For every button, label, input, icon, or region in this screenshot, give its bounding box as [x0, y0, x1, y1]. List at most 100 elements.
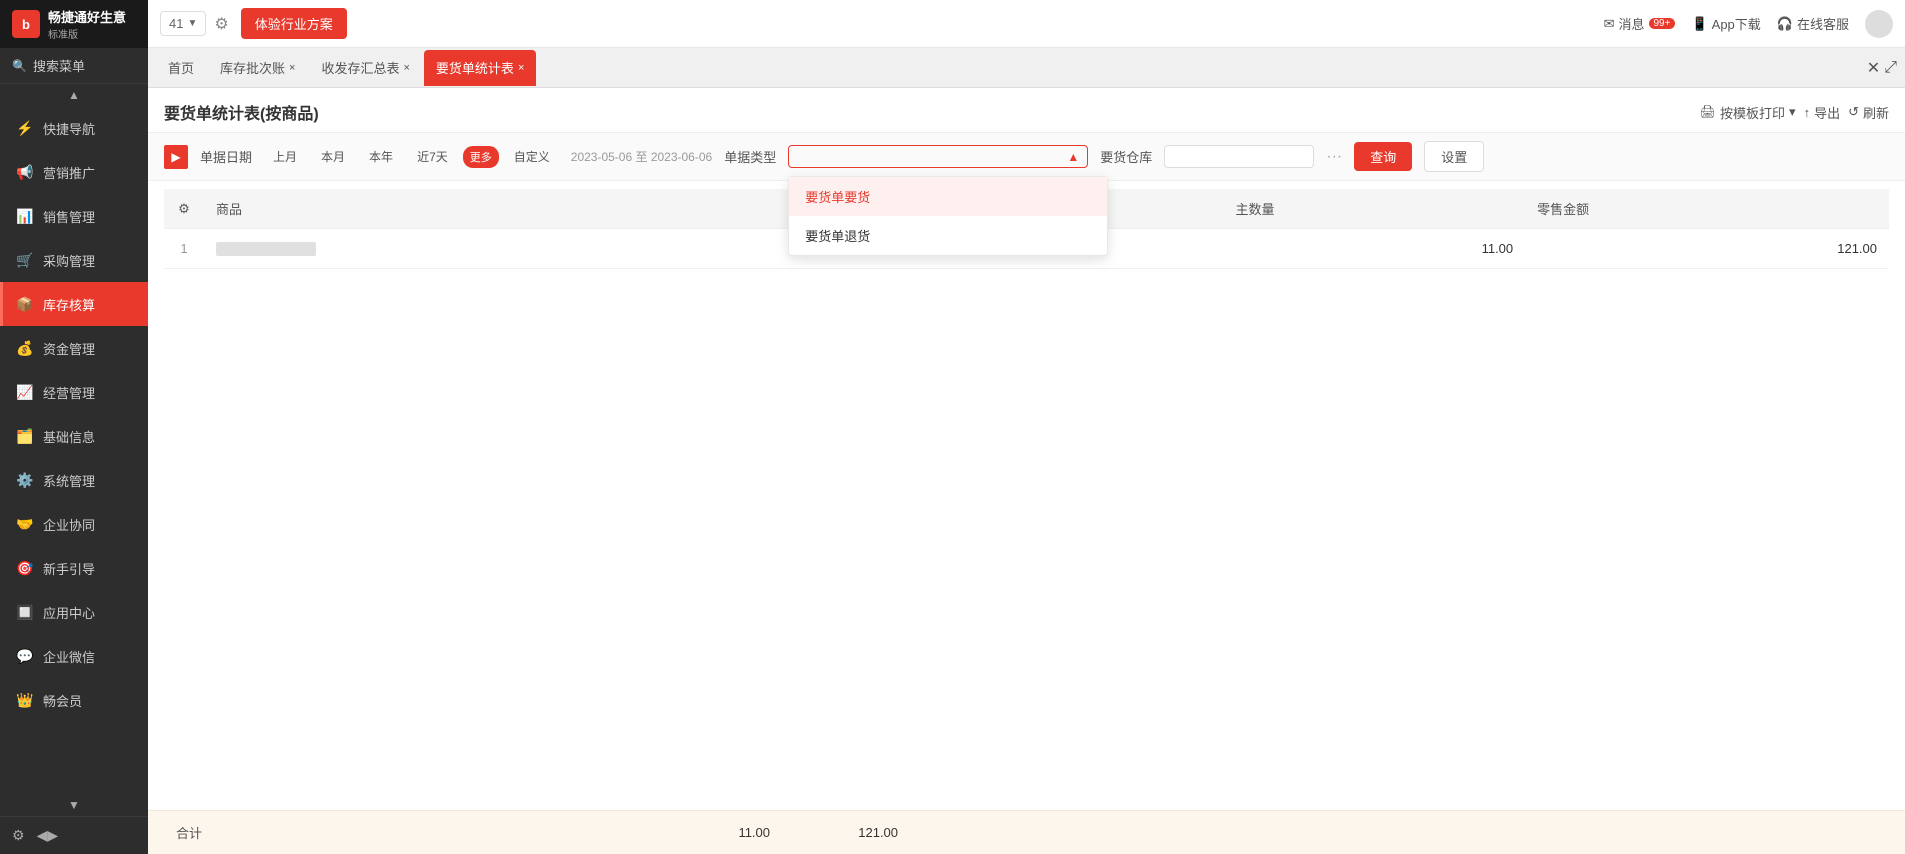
sidebar-item-finance[interactable]: 💰 资金管理	[0, 326, 148, 370]
sidebar-nav: ⚡ 快捷导航 📢 营销推广 📊 销售管理 🛒 采购管理 📦 库存核算 💰 资金管…	[0, 106, 148, 794]
set-button[interactable]: 设置	[1424, 141, 1484, 172]
tab-order-summary-close[interactable]: ×	[518, 62, 524, 74]
topbar-settings-icon[interactable]: ⚙	[214, 14, 228, 34]
summary-amount: 121.00	[818, 825, 898, 840]
tab-inventory-batch-close[interactable]: ×	[289, 62, 295, 74]
export-label: 导出	[1814, 103, 1840, 122]
type-filter-label: 单据类型	[724, 147, 776, 166]
collapse-icon[interactable]: ◀▶	[37, 827, 59, 844]
trial-button[interactable]: 体验行业方案	[241, 8, 347, 39]
sidebar-scroll-down[interactable]: ▼	[0, 794, 148, 816]
print-action[interactable]: 🖨 按模板打印 ▾	[1700, 103, 1796, 122]
app-download-icon: 📱	[1691, 16, 1707, 32]
sidebar-item-wechat[interactable]: 💬 企业微信	[0, 634, 148, 678]
app-download-action[interactable]: 📱 App下载	[1691, 14, 1760, 33]
row-index: 1	[164, 229, 204, 269]
nav-label-enterprise: 企业协同	[43, 515, 95, 534]
online-service-label: 在线客服	[1797, 14, 1849, 33]
page-header: 要货单统计表(按商品) 🖨 按模板打印 ▾ ↑ 导出 ↺ 刷新	[148, 88, 1905, 132]
sidebar-item-app-center[interactable]: 🔲 应用中心	[0, 590, 148, 634]
user-avatar[interactable]	[1865, 10, 1893, 38]
sidebar-item-business[interactable]: 📈 经营管理	[0, 370, 148, 414]
nav-icon-sales: 📊	[15, 206, 35, 226]
messages-action[interactable]: ✉ 消息 99+	[1604, 14, 1676, 33]
type-filter-arrow-icon[interactable]: ▲	[1067, 150, 1079, 164]
dropdown-item-order-return[interactable]: 要货单退货	[789, 216, 1107, 255]
sidebar-item-purchase[interactable]: 🛒 采购管理	[0, 238, 148, 282]
topbar-right: ✉ 消息 99+ 📱 App下载 🎧 在线客服	[1604, 10, 1893, 38]
date-last-month-btn[interactable]: 上月	[264, 144, 306, 169]
date-more-btn[interactable]: 更多	[463, 146, 499, 168]
topbar: 41 ▼ ⚙ 体验行业方案 ✉ 消息 99+ 📱 App下载 🎧 在线客服	[148, 0, 1905, 48]
col-settings[interactable]: ⚙	[164, 189, 204, 229]
type-filter-input[interactable]	[797, 149, 1067, 164]
summary-label: 合计	[176, 823, 202, 842]
query-button[interactable]: 查询	[1354, 142, 1412, 171]
nav-label-sales: 销售管理	[43, 207, 95, 226]
sidebar-item-system[interactable]: ⚙️ 系统管理	[0, 458, 148, 502]
col-quantity: 主数量	[1224, 189, 1526, 229]
col-amount: 零售金额	[1525, 189, 1889, 229]
sidebar-item-quick-nav[interactable]: ⚡ 快捷导航	[0, 106, 148, 150]
tab-collect-summary-close[interactable]: ×	[403, 62, 409, 74]
tabbar-actions: ✕ ⤢	[1867, 58, 1897, 78]
tabbar: 首页 库存批次账 × 收发存汇总表 × 要货单统计表 × ✕ ⤢	[148, 48, 1905, 88]
nav-label-app-center: 应用中心	[43, 603, 95, 622]
nav-icon-base: 🗂️	[15, 426, 35, 446]
print-label: 按模板打印	[1720, 103, 1785, 122]
tab-order-summary-label: 要货单统计表	[436, 58, 514, 77]
company-number: 41	[169, 16, 183, 31]
tab-inventory-batch[interactable]: 库存批次账 ×	[208, 50, 307, 86]
tab-order-summary[interactable]: 要货单统计表 ×	[424, 50, 536, 86]
sidebar-item-enterprise[interactable]: 🤝 企业协同	[0, 502, 148, 546]
sidebar-scroll-up[interactable]: ▲	[0, 84, 148, 106]
print-arrow-icon: ▾	[1789, 104, 1796, 120]
date-7days-btn[interactable]: 近7天	[408, 144, 457, 169]
nav-icon-quick-nav: ⚡	[15, 118, 35, 138]
date-range-group: 上月 本月 本年 近7天 更多 自定义	[264, 144, 559, 169]
tab-collect-summary[interactable]: 收发存汇总表 ×	[309, 50, 421, 86]
sidebar-item-guide[interactable]: 🎯 新手引导	[0, 546, 148, 590]
nav-icon-system: ⚙️	[15, 470, 35, 490]
warehouse-filter-input[interactable]	[1164, 145, 1314, 168]
tabbar-close-all-icon[interactable]: ✕	[1867, 58, 1880, 78]
sidebar-item-marketing[interactable]: 📢 营销推广	[0, 150, 148, 194]
app-download-label: App下载	[1712, 14, 1761, 33]
company-arrow-icon: ▼	[187, 18, 197, 29]
print-icon: 🖨	[1700, 104, 1717, 120]
date-this-year-btn[interactable]: 本年	[360, 144, 402, 169]
sidebar-item-sales[interactable]: 📊 销售管理	[0, 194, 148, 238]
date-this-month-btn[interactable]: 本月	[312, 144, 354, 169]
nav-icon-marketing: 📢	[15, 162, 35, 182]
headset-icon: 🎧	[1777, 16, 1793, 32]
date-custom-btn[interactable]: 自定义	[505, 144, 559, 169]
sidebar-header: b 畅捷通好生意 标准版	[0, 0, 148, 48]
more-options-icon[interactable]: ···	[1326, 148, 1342, 166]
tabbar-maximize-icon[interactable]: ⤢	[1884, 59, 1897, 77]
sidebar-footer: ⚙ ◀▶	[0, 816, 148, 854]
settings-icon[interactable]: ⚙	[12, 827, 25, 844]
nav-label-member: 畅会员	[43, 691, 82, 710]
online-service-action[interactable]: 🎧 在线客服	[1777, 14, 1849, 33]
tab-home-label: 首页	[168, 58, 194, 77]
nav-label-purchase: 采购管理	[43, 251, 95, 270]
sidebar-item-base[interactable]: 🗂️ 基础信息	[0, 414, 148, 458]
nav-icon-member: 👑	[15, 690, 35, 710]
tab-home[interactable]: 首页	[156, 50, 206, 86]
nav-label-system: 系统管理	[43, 471, 95, 490]
sidebar-item-inventory[interactable]: 📦 库存核算	[0, 282, 148, 326]
message-icon: ✉	[1604, 16, 1615, 32]
export-action[interactable]: ↑ 导出	[1804, 103, 1841, 122]
company-selector[interactable]: 41 ▼	[160, 11, 206, 36]
type-filter-wrapper: ▲ 要货单要货 要货单退货	[788, 145, 1088, 168]
sidebar-item-member[interactable]: 👑 畅会员	[0, 678, 148, 722]
sidebar-search[interactable]: 🔍 搜索菜单	[0, 48, 148, 84]
filter-expand-button[interactable]: ▶	[164, 145, 188, 169]
refresh-icon: ↺	[1848, 104, 1859, 120]
refresh-action[interactable]: ↺ 刷新	[1848, 103, 1889, 122]
sidebar: b 畅捷通好生意 标准版 🔍 搜索菜单 ▲ ⚡ 快捷导航 📢 营销推广 📊 销售…	[0, 0, 148, 854]
summary-quantity: 11.00	[690, 825, 770, 840]
nav-label-wechat: 企业微信	[43, 647, 95, 666]
dropdown-item-order-goods[interactable]: 要货单要货	[789, 177, 1107, 216]
nav-label-base: 基础信息	[43, 427, 95, 446]
